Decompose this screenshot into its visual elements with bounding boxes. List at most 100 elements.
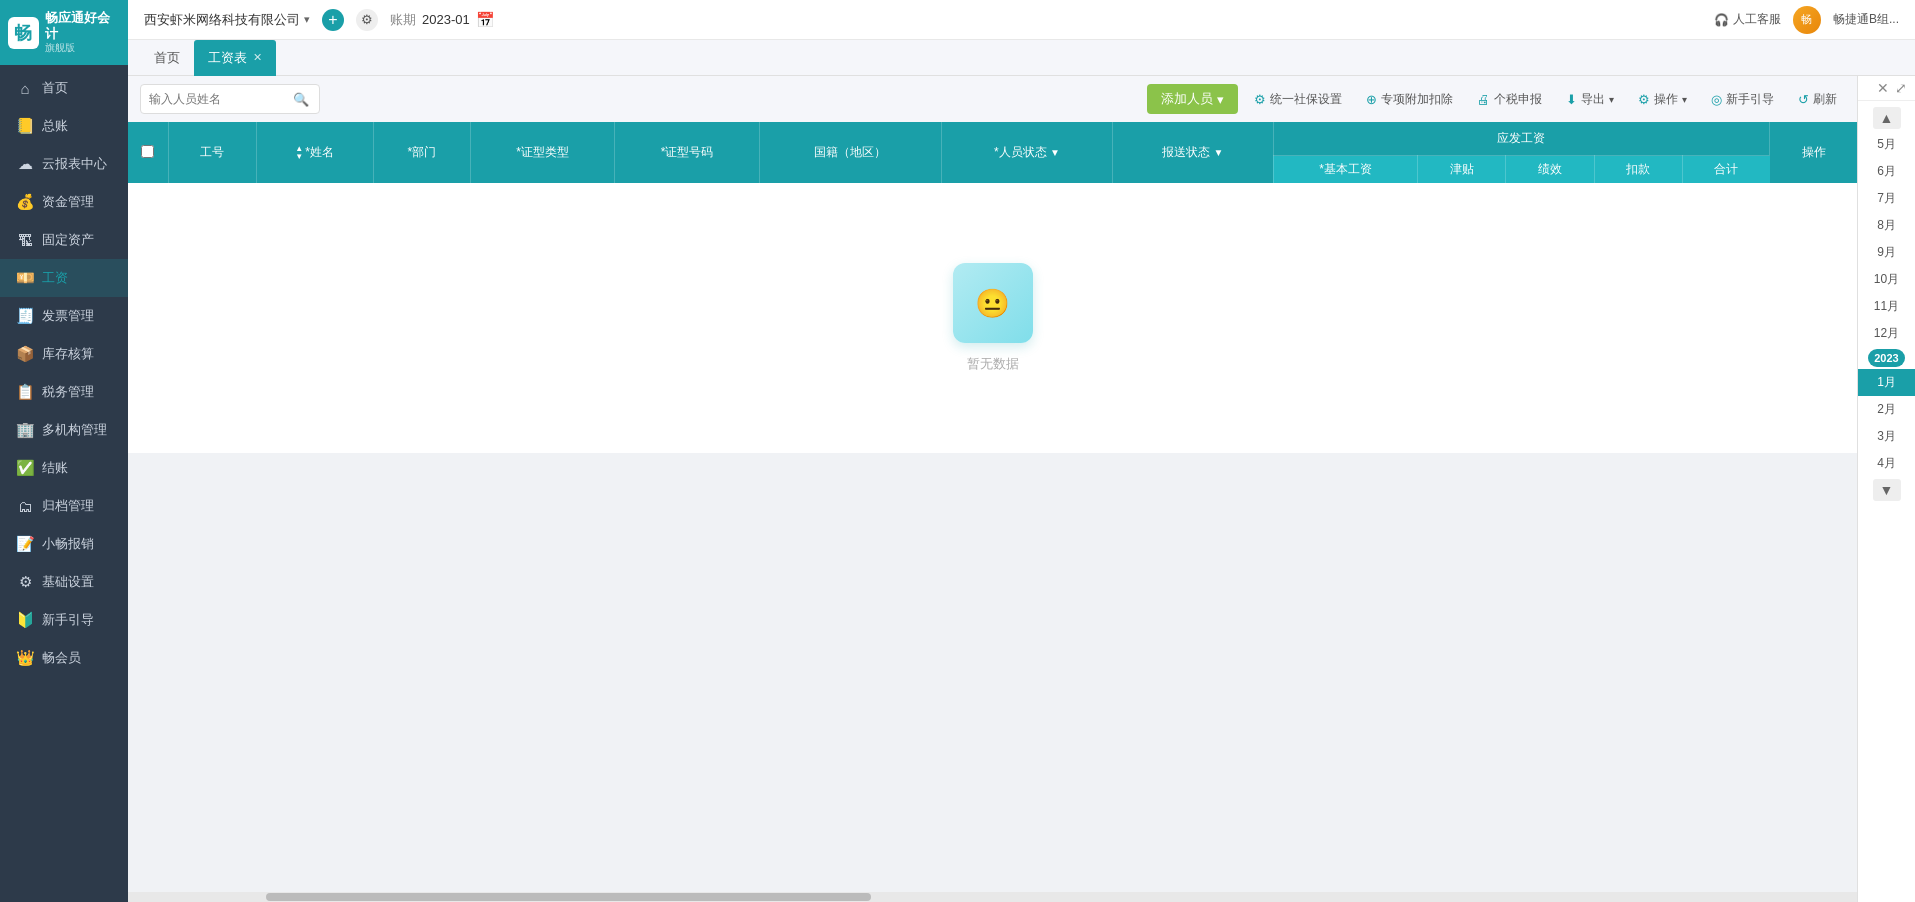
- social-security-action[interactable]: ⚙ 统一社保设置: [1246, 87, 1350, 112]
- sidebar-label-salary: 工资: [42, 269, 68, 287]
- new-guide-label: 新手引导: [1726, 91, 1774, 108]
- sidebar-label-member: 畅会员: [42, 649, 81, 667]
- panel-close-button[interactable]: ✕: [1877, 80, 1889, 96]
- sidebar-item-home[interactable]: ⌂ 首页: [0, 69, 128, 107]
- table-container[interactable]: 工号 ▲▼ *姓名 *部门: [128, 122, 1857, 892]
- logo-text-wrap: 畅应通好会计 旗舰版: [45, 10, 120, 55]
- th-country: 国籍（地区）: [759, 122, 941, 183]
- sidebar-item-salary[interactable]: 💴 工资: [0, 259, 128, 297]
- operations-arrow-icon: ▾: [1682, 94, 1687, 105]
- fund-icon: 💰: [16, 193, 34, 211]
- month-2022-12[interactable]: 12月: [1858, 320, 1915, 347]
- app-logo[interactable]: 畅 畅应通好会计 旗舰版: [0, 0, 128, 65]
- personal-tax-action[interactable]: 🖨 个税申报: [1469, 87, 1550, 112]
- personal-tax-label: 个税申报: [1494, 91, 1542, 108]
- date-panel: ✕ ⤢ ▲ 5月 6月 7月 8月 9月 10月 11月 12月 2023 1月…: [1857, 76, 1915, 902]
- sidebar-item-invoice[interactable]: 🧾 发票管理: [0, 297, 128, 335]
- th-cert-type: *证型类型: [470, 122, 614, 183]
- sidebar-item-fund[interactable]: 💰 资金管理: [0, 183, 128, 221]
- sidebar-item-multi-org[interactable]: 🏢 多机构管理: [0, 411, 128, 449]
- calendar-icon[interactable]: 📅: [476, 11, 495, 29]
- sidebar-item-archive[interactable]: 🗂 归档管理: [0, 487, 128, 525]
- panel-expand-button[interactable]: ⤢: [1895, 80, 1907, 96]
- special-deduction-icon: ⊕: [1366, 92, 1377, 107]
- th-report-status[interactable]: 报送状态 ▼: [1112, 122, 1273, 183]
- company-selector[interactable]: 西安虾米网络科技有限公司 ▾: [144, 11, 310, 29]
- operations-action[interactable]: ⚙ 操作 ▾: [1630, 87, 1695, 112]
- service-icon: 🎧: [1714, 13, 1729, 27]
- select-all-checkbox[interactable]: [141, 145, 154, 158]
- sidebar-label-guide: 新手引导: [42, 611, 94, 629]
- tab-home[interactable]: 首页: [140, 40, 194, 76]
- th-deduction: 扣款: [1594, 156, 1682, 184]
- th-person-status[interactable]: *人员状态 ▼: [942, 122, 1112, 183]
- tab-salary-label: 工资表: [208, 49, 247, 67]
- app-title: 畅应通好会计: [45, 10, 120, 41]
- sidebar-item-tax[interactable]: 📋 税务管理: [0, 373, 128, 411]
- operations-icon: ⚙: [1638, 92, 1650, 107]
- period-value[interactable]: 2023-01: [422, 12, 470, 27]
- month-2022-09[interactable]: 9月: [1858, 239, 1915, 266]
- month-2023-04[interactable]: 4月: [1858, 450, 1915, 477]
- export-label: 导出: [1581, 91, 1605, 108]
- tab-home-label: 首页: [154, 49, 180, 67]
- sidebar-item-fixed-asset[interactable]: 🏗 固定资产: [0, 221, 128, 259]
- main-area: 西安虾米网络科技有限公司 ▾ + ⚙ 账期 2023-01 📅 🎧 人工客服 畅…: [128, 0, 1915, 902]
- date-nav-up[interactable]: ▲: [1873, 107, 1901, 129]
- empty-row: 暂无数据: [128, 183, 1857, 453]
- invoice-icon: 🧾: [16, 307, 34, 325]
- date-nav-down[interactable]: ▼: [1873, 479, 1901, 501]
- month-2023-02[interactable]: 2月: [1858, 396, 1915, 423]
- sidebar-item-expense[interactable]: 📝 小畅报销: [0, 525, 128, 563]
- sidebar-item-cloud-report[interactable]: ☁ 云报表中心: [0, 145, 128, 183]
- sidebar-label-org: 多机构管理: [42, 421, 107, 439]
- date-list: ▲ 5月 6月 7月 8月 9月 10月 11月 12月 2023 1月 2月 …: [1858, 101, 1915, 902]
- scrollbar-thumb[interactable]: [266, 893, 871, 901]
- sidebar-item-checkout[interactable]: ✅ 结账: [0, 449, 128, 487]
- sidebar-item-general-ledger[interactable]: 📒 总账: [0, 107, 128, 145]
- month-2022-05[interactable]: 5月: [1858, 131, 1915, 158]
- month-2022-11[interactable]: 11月: [1858, 293, 1915, 320]
- month-2022-07[interactable]: 7月: [1858, 185, 1915, 212]
- month-2022-08[interactable]: 8月: [1858, 212, 1915, 239]
- export-action[interactable]: ⬇ 导出 ▾: [1558, 87, 1622, 112]
- checkout-icon: ✅: [16, 459, 34, 477]
- th-salary-group: 应发工资: [1273, 122, 1769, 156]
- th-name[interactable]: ▲▼ *姓名: [256, 122, 373, 183]
- add-person-button[interactable]: 添加人员 ▾: [1147, 84, 1238, 114]
- sidebar-item-member[interactable]: 👑 畅会员: [0, 639, 128, 677]
- month-2022-10[interactable]: 10月: [1858, 266, 1915, 293]
- export-arrow-icon: ▾: [1609, 94, 1614, 105]
- user-avatar[interactable]: 畅: [1793, 6, 1821, 34]
- company-name: 西安虾米网络科技有限公司: [144, 11, 300, 29]
- add-company-button[interactable]: +: [322, 9, 344, 31]
- settings-icon: ⚙: [16, 573, 34, 591]
- new-guide-action[interactable]: ◎ 新手引导: [1703, 87, 1782, 112]
- th-checkbox[interactable]: [128, 122, 168, 183]
- month-2022-06[interactable]: 6月: [1858, 158, 1915, 185]
- service-label: 人工客服: [1733, 11, 1781, 28]
- service-button[interactable]: 🎧 人工客服: [1714, 11, 1781, 28]
- th-total: 合计: [1682, 156, 1769, 184]
- month-2023-01[interactable]: 1月: [1858, 369, 1915, 396]
- horizontal-scrollbar[interactable]: [128, 892, 1857, 902]
- name-sort-icon: ▲▼: [295, 145, 303, 161]
- tab-close-icon[interactable]: ✕: [253, 51, 262, 64]
- search-input[interactable]: [149, 92, 289, 106]
- special-deduction-action[interactable]: ⊕ 专项附加扣除: [1358, 87, 1461, 112]
- month-2023-03[interactable]: 3月: [1858, 423, 1915, 450]
- empty-text: 暂无数据: [967, 355, 1019, 373]
- company-settings-button[interactable]: ⚙: [356, 9, 378, 31]
- member-icon: 👑: [16, 649, 34, 667]
- sidebar-item-settings[interactable]: ⚙ 基础设置: [0, 563, 128, 601]
- sidebar-item-guide[interactable]: 🔰 新手引导: [0, 601, 128, 639]
- sidebar-label-home: 首页: [42, 79, 68, 97]
- sidebar-label-tax: 税务管理: [42, 383, 94, 401]
- add-person-label: 添加人员: [1161, 90, 1213, 108]
- main-content: 🔍 添加人员 ▾ ⚙ 统一社保设置 ⊕ 专项附加扣除 🖨 个税申报: [128, 76, 1857, 902]
- th-base-salary: *基本工资: [1273, 156, 1417, 184]
- refresh-action[interactable]: ↺ 刷新: [1790, 87, 1845, 112]
- username-label[interactable]: 畅捷通B组...: [1833, 11, 1899, 28]
- sidebar-item-inventory[interactable]: 📦 库存核算: [0, 335, 128, 373]
- tab-salary-table[interactable]: 工资表 ✕: [194, 40, 276, 76]
